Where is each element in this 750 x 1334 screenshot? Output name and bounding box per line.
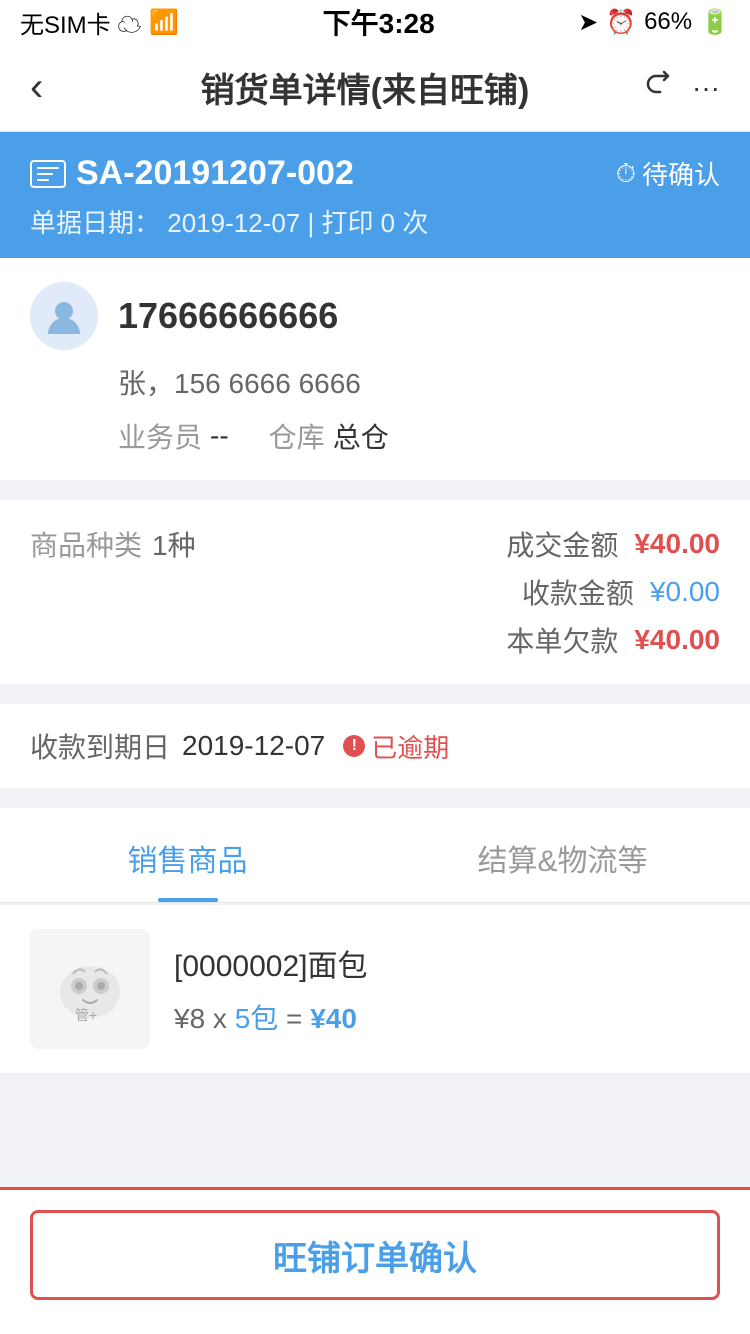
alarm-icon: ⏰ bbox=[606, 8, 636, 37]
tab-products[interactable]: 销售商品 bbox=[0, 808, 375, 902]
due-date-value: 2019-12-07 bbox=[182, 730, 325, 762]
product-price: ¥8 x 5包 = ¥40 bbox=[174, 997, 720, 1037]
warehouse-item: 仓库 总仓 bbox=[269, 416, 389, 456]
more-button[interactable]: ··· bbox=[692, 72, 720, 104]
product-qty: 5包 bbox=[235, 1003, 279, 1034]
equals-sign: = bbox=[278, 1003, 310, 1034]
clock-icon: ⏱ bbox=[616, 158, 636, 190]
tab-settlement[interactable]: 结算&物流等 bbox=[375, 808, 750, 902]
salesman-value: -- bbox=[210, 420, 229, 452]
customer-name: 张，156 6666 6666 bbox=[118, 362, 720, 402]
amount-row-1: 收款金额 ¥0.00 bbox=[522, 572, 720, 612]
product-section: 管+ [0000002]面包 ¥8 x 5包 = ¥40 bbox=[0, 905, 750, 1073]
product-image: 管+ bbox=[30, 929, 150, 1049]
tabs-section: 销售商品 结算&物流等 bbox=[0, 808, 750, 903]
product-info: [0000002]面包 ¥8 x 5包 = ¥40 bbox=[174, 941, 720, 1037]
order-status: ⏱ 待确认 bbox=[616, 155, 720, 192]
product-total: ¥40 bbox=[310, 1003, 357, 1034]
warehouse-label: 仓库 bbox=[269, 416, 325, 456]
share-button[interactable] bbox=[640, 68, 672, 107]
nav-actions: ··· bbox=[640, 68, 720, 107]
product-item: 管+ [0000002]面包 ¥8 x 5包 = ¥40 bbox=[30, 929, 720, 1049]
price-label: ¥8 x bbox=[174, 1003, 235, 1034]
due-date-label: 收款到期日 bbox=[30, 726, 170, 766]
order-header-banner: SA-20191207-002 ⏱ 待确认 单据日期： 2019-12-07 |… bbox=[0, 132, 750, 258]
product-type-label: 商品种类 bbox=[30, 524, 142, 564]
status-left: 无SIM卡 ☁ 📶 bbox=[20, 5, 179, 40]
amount-value-1: ¥0.00 bbox=[650, 576, 720, 608]
amount-value-0: ¥40.00 bbox=[634, 528, 720, 560]
summary-left: 商品种类 1种 bbox=[30, 524, 196, 564]
no-sim-label: 无SIM卡 ☁ bbox=[20, 5, 141, 40]
wifi-icon: 📶 bbox=[149, 8, 179, 37]
tabs-row: 销售商品 结算&物流等 bbox=[0, 808, 750, 903]
salesman-label: 业务员 bbox=[118, 416, 202, 456]
summary-right: 成交金额 ¥40.00 收款金额 ¥0.00 本单欠款 ¥40.00 bbox=[506, 524, 720, 660]
amount-label-2: 本单欠款 bbox=[506, 620, 618, 660]
due-date-section: 收款到期日 2019-12-07 ! 已逾期 bbox=[0, 704, 750, 788]
warehouse-value: 总仓 bbox=[333, 416, 389, 456]
amount-label-1: 收款金额 bbox=[522, 572, 634, 612]
amount-label-0: 成交金额 bbox=[506, 524, 618, 564]
product-name: [0000002]面包 bbox=[174, 941, 720, 985]
avatar bbox=[30, 282, 98, 350]
overdue-icon: ! bbox=[343, 735, 365, 757]
product-type-row: 商品种类 1种 bbox=[30, 524, 196, 564]
status-time: 下午3:28 bbox=[323, 2, 435, 42]
status-right: ➤ ⏰ 66% 🔋 bbox=[578, 8, 730, 37]
customer-row: 17666666666 bbox=[30, 282, 720, 350]
customer-section: 17666666666 张，156 6666 6666 业务员 -- 仓库 总仓 bbox=[0, 258, 750, 480]
overdue-badge: ! 已逾期 bbox=[343, 728, 449, 765]
customer-phone: 17666666666 bbox=[118, 295, 338, 337]
overdue-text: 已逾期 bbox=[371, 728, 449, 765]
battery-icon: 🔋 bbox=[700, 8, 730, 37]
svg-text:管+: 管+ bbox=[75, 1007, 97, 1023]
summary-section: 商品种类 1种 成交金额 ¥40.00 收款金额 ¥0.00 本单欠款 ¥40.… bbox=[0, 500, 750, 684]
product-type-value: 1种 bbox=[152, 524, 196, 564]
page-title: 销货单详情(来自旺铺) bbox=[201, 63, 530, 112]
order-date: 单据日期： 2019-12-07 | 打印 0 次 bbox=[30, 203, 720, 240]
amount-value-2: ¥40.00 bbox=[634, 624, 720, 656]
back-button[interactable]: ‹ bbox=[30, 65, 90, 110]
status-bar: 无SIM卡 ☁ 📶 下午3:28 ➤ ⏰ 66% 🔋 bbox=[0, 0, 750, 44]
nav-bar: ‹ 销货单详情(来自旺铺) ··· bbox=[0, 44, 750, 132]
customer-meta: 业务员 -- 仓库 总仓 bbox=[118, 416, 720, 456]
order-id: SA-20191207-002 bbox=[30, 154, 354, 193]
amount-row-0: 成交金额 ¥40.00 bbox=[506, 524, 720, 564]
amount-row-2: 本单欠款 ¥40.00 bbox=[506, 620, 720, 660]
location-icon: ➤ bbox=[578, 8, 598, 37]
salesman-item: 业务员 -- bbox=[118, 416, 229, 456]
confirm-order-button[interactable]: 旺铺订单确认 bbox=[30, 1210, 720, 1300]
battery-label: 66% bbox=[644, 8, 692, 36]
bottom-bar: 旺铺订单确认 bbox=[0, 1187, 750, 1334]
order-header-top: SA-20191207-002 ⏱ 待确认 bbox=[30, 154, 720, 193]
